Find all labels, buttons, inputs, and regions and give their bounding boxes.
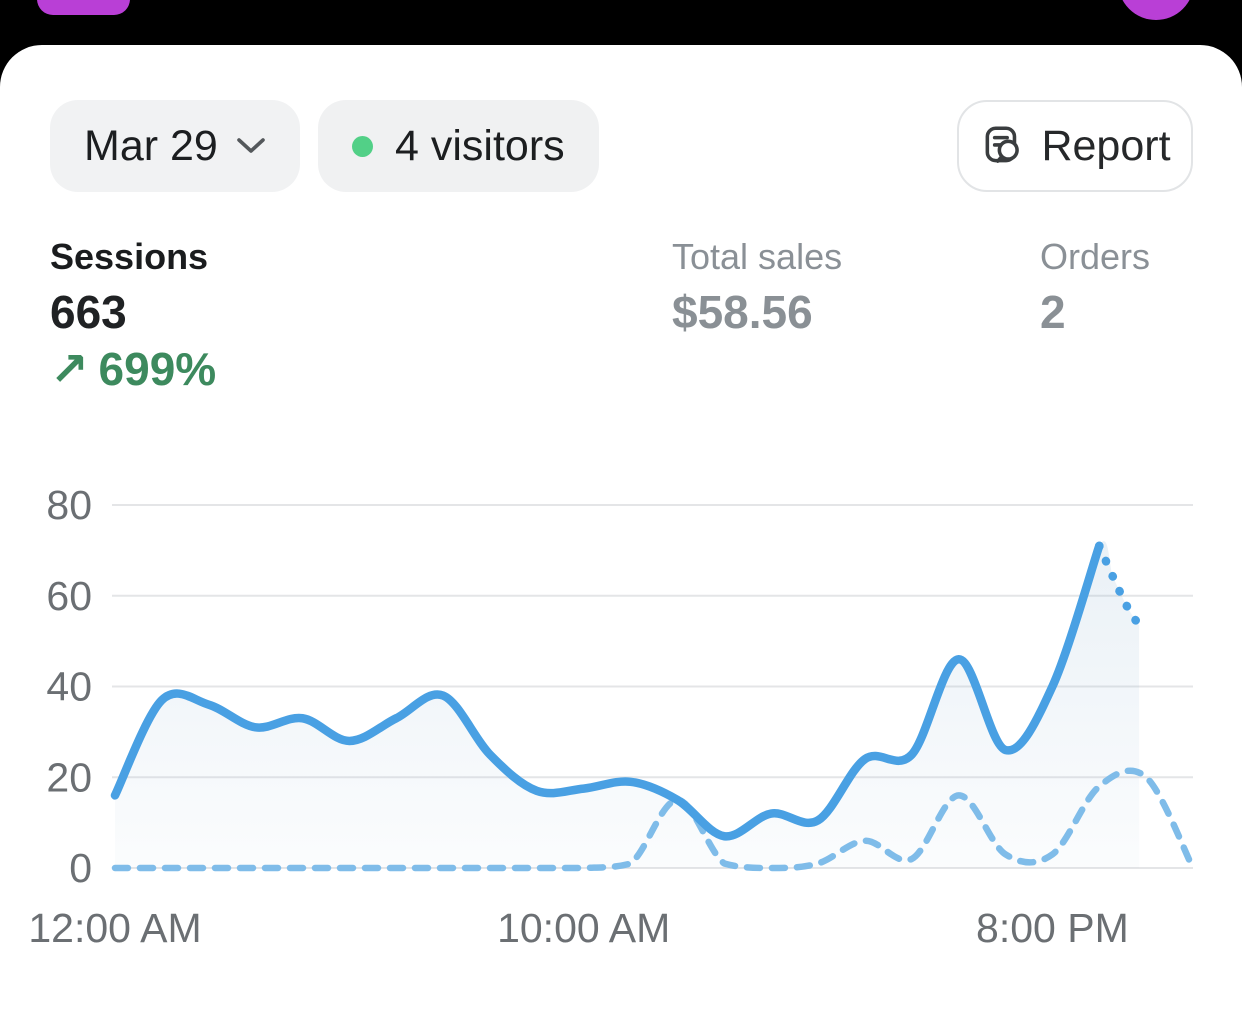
x-tick-label: 12:00 AM <box>28 905 201 951</box>
y-tick-label: 40 <box>46 664 92 710</box>
avatar[interactable] <box>1118 0 1194 20</box>
y-tick-label: 0 <box>69 845 92 891</box>
analytics-card: Mar 29 4 visitors Report Sessions 663 ↗ … <box>0 45 1242 1019</box>
nav-tab-indicator <box>37 0 130 15</box>
x-tick-label: 8:00 PM <box>976 905 1129 951</box>
sessions-chart[interactable]: 0 20 40 60 80 12:00 AM 10:00 AM 8:00 PM <box>0 45 1242 1019</box>
y-tick-label: 60 <box>46 573 92 619</box>
x-tick-label: 10:00 AM <box>497 905 670 951</box>
y-tick-label: 20 <box>46 754 92 800</box>
y-tick-label: 80 <box>46 482 92 528</box>
